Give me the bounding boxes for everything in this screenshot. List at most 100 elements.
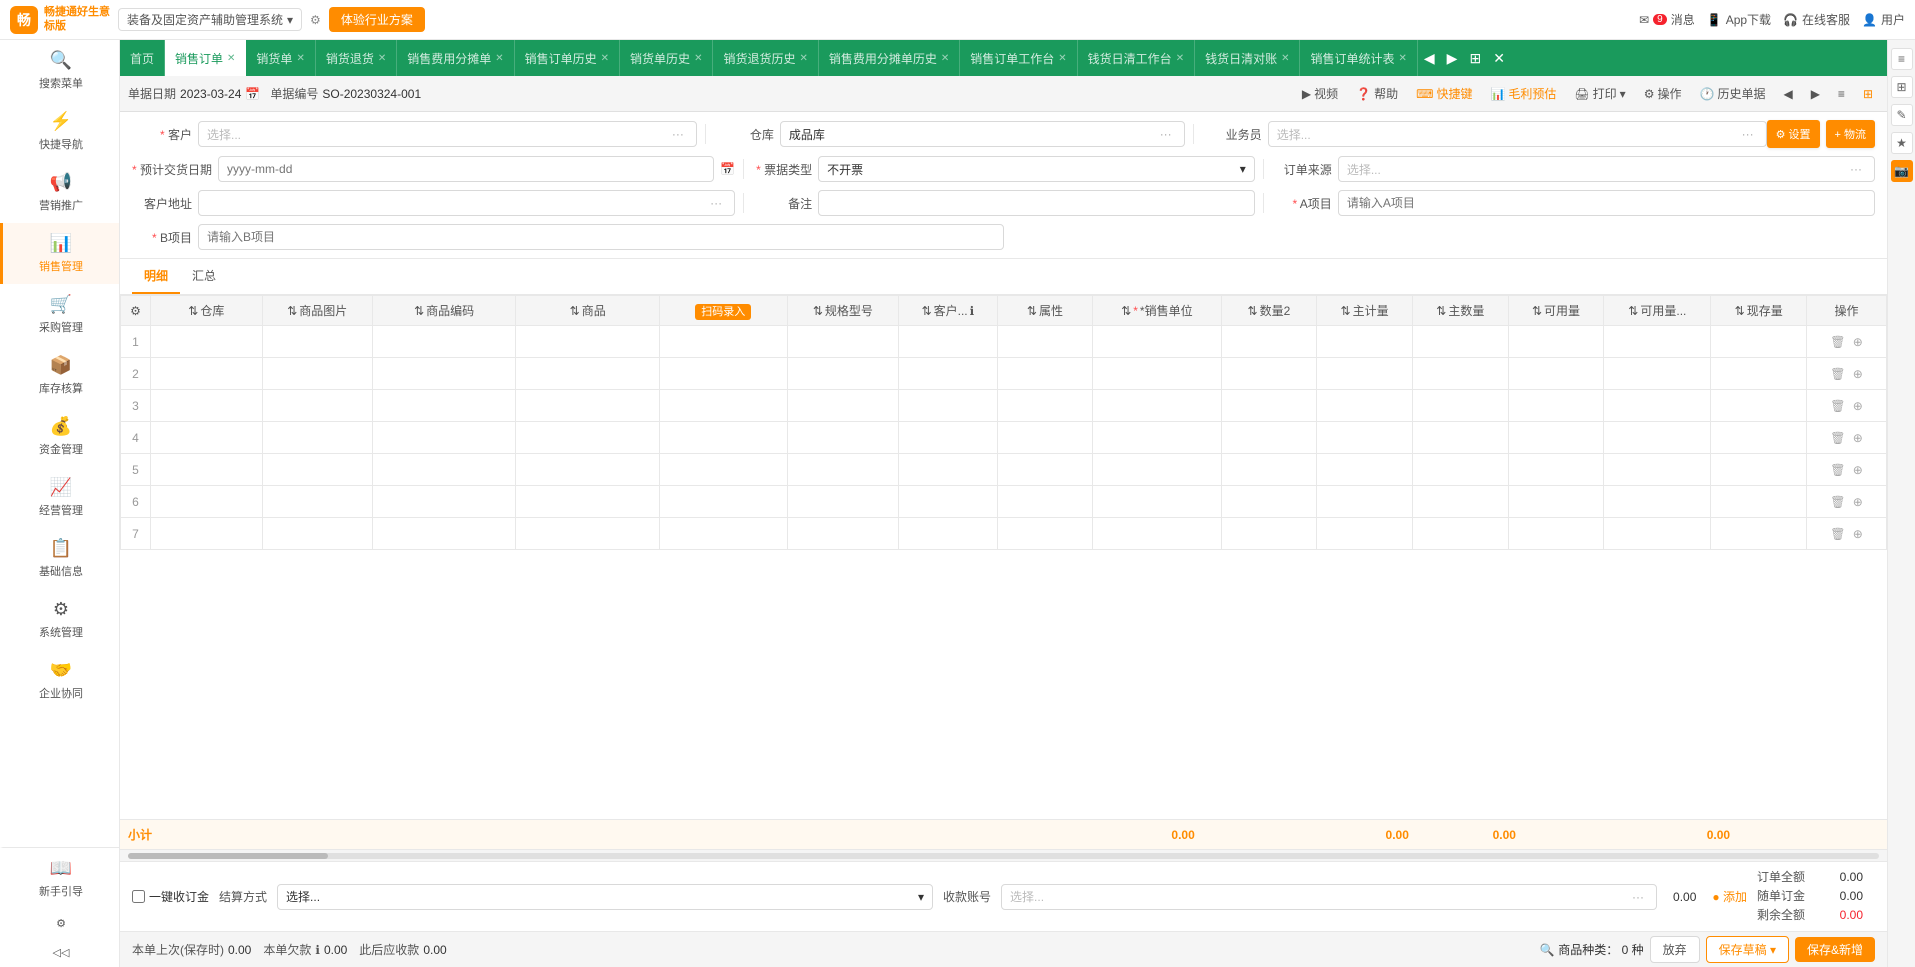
warehouse-cell[interactable]: [151, 518, 263, 550]
operation-btn[interactable]: ⚙ 操作: [1638, 83, 1688, 104]
warehouse-expand-icon[interactable]: ···: [1156, 127, 1176, 141]
delete-row-btn[interactable]: 🗑: [1828, 495, 1847, 509]
sidebar-item-sales[interactable]: 📊 销售管理: [0, 223, 119, 284]
code-cell[interactable]: [372, 326, 516, 358]
scroll-bar[interactable]: [120, 849, 1887, 861]
sidebar-item-collab[interactable]: 🤝 企业协同: [0, 650, 119, 711]
industry-btn[interactable]: 体验行业方案: [329, 7, 425, 32]
spec-cell[interactable]: [787, 518, 899, 550]
delete-row-btn[interactable]: 🗑: [1828, 527, 1847, 541]
qty2-cell[interactable]: [1221, 390, 1317, 422]
code-cell[interactable]: [372, 486, 516, 518]
view-btn[interactable]: ▶ 视频: [1296, 83, 1344, 104]
tab-sales-order[interactable]: 销售订单 ✕: [165, 40, 246, 76]
tab-close-icon[interactable]: ✕: [227, 53, 235, 64]
order-source-expand-icon[interactable]: ···: [1846, 162, 1866, 176]
copy-row-btn[interactable]: ⊕: [1851, 527, 1865, 541]
profit-btn[interactable]: 📊 毛利预估: [1484, 83, 1562, 104]
tab-order-workbench[interactable]: 销售订单工作台 ✕: [960, 40, 1077, 76]
qty2-cell[interactable]: [1221, 326, 1317, 358]
account-input[interactable]: 选择... ···: [1001, 884, 1657, 910]
tab-expense-history[interactable]: 销售费用分摊单历史 ✕: [819, 40, 960, 76]
warehouse-cell[interactable]: [151, 422, 263, 454]
sidebar-item-nav[interactable]: ⚡ 快捷导航: [0, 101, 119, 162]
tab-summary[interactable]: 汇总: [180, 259, 228, 294]
right-btn-4[interactable]: ★: [1891, 132, 1913, 154]
col-header-main-qty[interactable]: ⇅主数量: [1412, 296, 1508, 326]
fullscreen-btn[interactable]: ⊞: [1857, 85, 1879, 103]
tab-close-icon[interactable]: ✕: [495, 53, 503, 64]
prev-record-btn[interactable]: ◀: [1777, 85, 1798, 103]
product-cell[interactable]: [516, 454, 660, 486]
col-header-avail[interactable]: ⇅可用量: [1508, 296, 1604, 326]
tab-daily-reconcile[interactable]: 钱货日清对账 ✕: [1195, 40, 1300, 76]
tab-sales-return[interactable]: 销货退货 ✕: [316, 40, 397, 76]
grid-view-btn[interactable]: ≡: [1832, 85, 1851, 103]
unit-cell[interactable]: [1093, 326, 1221, 358]
warehouse-cell[interactable]: [151, 358, 263, 390]
col-header-customer-no[interactable]: ⇅客户...ℹ: [899, 296, 997, 326]
quick-pay-checkbox[interactable]: 一键收订金: [132, 888, 209, 905]
attr-cell[interactable]: [997, 326, 1093, 358]
right-btn-3[interactable]: ✎: [1891, 104, 1913, 126]
tab-detail[interactable]: 明细: [132, 259, 180, 294]
order-source-input[interactable]: 选择... ···: [1338, 156, 1875, 182]
addr-expand-icon[interactable]: ···: [706, 196, 726, 210]
code-cell[interactable]: [372, 358, 516, 390]
tab-prev-btn[interactable]: ◀: [1418, 50, 1441, 67]
attr-cell[interactable]: [997, 390, 1093, 422]
unit-cell[interactable]: [1093, 454, 1221, 486]
sidebar-item-purchase[interactable]: 🛒 采购管理: [0, 284, 119, 345]
payment-method-select[interactable]: 选择... ▾: [277, 884, 933, 910]
copy-row-btn[interactable]: ⊕: [1851, 431, 1865, 445]
add-payment-btn[interactable]: ● 添加: [1712, 888, 1747, 905]
copy-row-btn[interactable]: ⊕: [1851, 399, 1865, 413]
customer-no-cell[interactable]: [899, 486, 997, 518]
product-cell[interactable]: [516, 422, 660, 454]
help-btn[interactable]: ❓ 帮助: [1350, 83, 1404, 104]
quick-pay-check[interactable]: [132, 890, 145, 903]
code-cell[interactable]: [372, 422, 516, 454]
col-header-code[interactable]: ⇅商品编码: [372, 296, 516, 326]
warehouse-input[interactable]: 成品库 ···: [780, 121, 1185, 147]
delete-row-btn[interactable]: 🗑: [1828, 431, 1847, 445]
col-header-attr[interactable]: ⇅属性: [997, 296, 1093, 326]
sidebar-item-base-info[interactable]: 📋 基础信息: [0, 528, 119, 589]
save-draft-btn[interactable]: 保存草稿 ▾: [1706, 936, 1789, 963]
product-cell[interactable]: [516, 518, 660, 550]
col-header-scan[interactable]: 扫码录入: [659, 296, 787, 326]
customer-input[interactable]: 选择... ···: [198, 121, 697, 147]
tab-expand-btn[interactable]: ⊞: [1463, 50, 1487, 67]
tab-sales-invoice-history[interactable]: 销货单历史 ✕: [620, 40, 713, 76]
code-cell[interactable]: [372, 454, 516, 486]
attr-cell[interactable]: [997, 358, 1093, 390]
save-new-btn[interactable]: 保存&新增: [1795, 937, 1875, 962]
copy-row-btn[interactable]: ⊕: [1851, 367, 1865, 381]
product-cell[interactable]: [516, 326, 660, 358]
customer-no-cell[interactable]: [899, 422, 997, 454]
main-qty-cell[interactable]: [1412, 390, 1508, 422]
sidebar-item-finance[interactable]: 💰 资金管理: [0, 406, 119, 467]
note-input[interactable]: [818, 190, 1255, 216]
next-record-btn[interactable]: ▶: [1805, 85, 1826, 103]
main-qty-cell[interactable]: [1412, 326, 1508, 358]
copy-row-btn[interactable]: ⊕: [1851, 335, 1865, 349]
main-qty-cell[interactable]: [1412, 454, 1508, 486]
message-item[interactable]: ✉ 9 9 消息: [1639, 11, 1695, 28]
calendar-icon[interactable]: 📅: [720, 162, 735, 176]
sidebar-item-system[interactable]: ⚙ 系统管理: [0, 589, 119, 650]
copy-row-btn[interactable]: ⊕: [1851, 463, 1865, 477]
account-expand-icon[interactable]: ···: [1628, 890, 1648, 904]
main-qty-cell[interactable]: [1412, 358, 1508, 390]
b-project-input[interactable]: [198, 224, 1004, 250]
sidebar-item-inventory[interactable]: 📦 库存核算: [0, 345, 119, 406]
spec-cell[interactable]: [787, 390, 899, 422]
spec-cell[interactable]: [787, 422, 899, 454]
qty2-cell[interactable]: [1221, 422, 1317, 454]
qty2-cell[interactable]: [1221, 454, 1317, 486]
invoice-type-select[interactable]: 不开票 ▾: [818, 156, 1255, 182]
main-qty-cell[interactable]: [1412, 486, 1508, 518]
qty2-cell[interactable]: [1221, 358, 1317, 390]
delete-row-btn[interactable]: 🗑: [1828, 335, 1847, 349]
customer-addr-input[interactable]: ···: [198, 190, 735, 216]
